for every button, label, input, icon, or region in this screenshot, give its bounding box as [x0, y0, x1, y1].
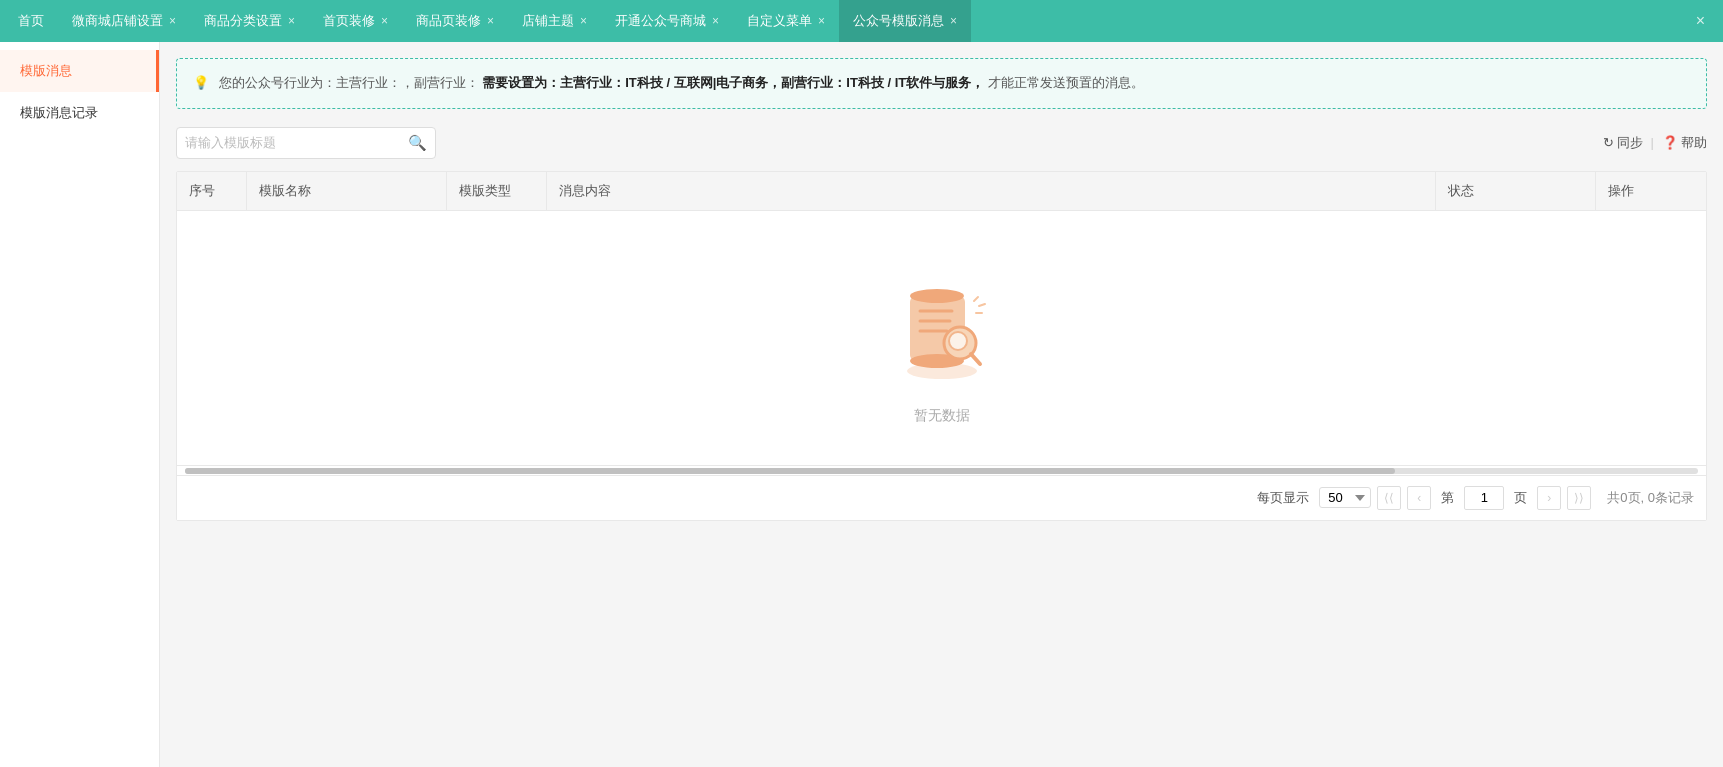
- tab-theme-label: 店铺主题: [522, 12, 574, 30]
- th-action: 操作: [1596, 172, 1706, 210]
- tab-template-msg[interactable]: 公众号模版消息 ×: [839, 0, 971, 42]
- notice-suffix: 才能正常发送预置的消息。: [988, 75, 1144, 90]
- page-label-after: 页: [1514, 489, 1527, 507]
- search-bar: 🔍 ↻ 同步 | ❓ 帮助: [176, 127, 1707, 159]
- sync-icon: ↻: [1603, 135, 1614, 150]
- tab-homepage-label: 首页装修: [323, 12, 375, 30]
- scrollbar-thumb: [185, 468, 1395, 474]
- tab-product-page-label: 商品页装修: [416, 12, 481, 30]
- notice-highlight: 需要设置为：主营行业：IT科技 / 互联网|电子商务，副营行业：IT科技 / I…: [482, 75, 984, 90]
- sync-label: 同步: [1617, 134, 1643, 152]
- data-table: 序号 模版名称 模版类型 消息内容 状态 操作: [176, 171, 1707, 521]
- svg-line-10: [974, 297, 978, 301]
- per-page-label: 每页显示: [1257, 489, 1309, 507]
- first-page-button[interactable]: ⟨⟨: [1377, 486, 1401, 510]
- help-label: 帮助: [1681, 134, 1707, 152]
- th-content: 消息内容: [547, 172, 1436, 210]
- empty-illustration: [882, 271, 1002, 391]
- tab-theme-close[interactable]: ×: [580, 14, 587, 28]
- table-header: 序号 模版名称 模版类型 消息内容 状态 操作: [177, 172, 1706, 211]
- tab-template-msg-label: 公众号模版消息: [853, 12, 944, 30]
- svg-point-2: [910, 289, 964, 303]
- help-button[interactable]: ❓ 帮助: [1662, 134, 1707, 152]
- pagination: 每页显示 10 20 50 100 ⟨⟨ ‹ 第 页 › ⟩⟩ 共0页, 0条记…: [177, 475, 1706, 520]
- tab-wshop-label: 微商城店铺设置: [72, 12, 163, 30]
- content-area: 💡 您的公众号行业为：主营行业：，副营行业： 需要设置为：主营行业：IT科技 /…: [160, 42, 1723, 767]
- tab-wechat-shop[interactable]: 开通公众号商城 ×: [601, 0, 733, 42]
- close-all-button[interactable]: ×: [1682, 12, 1719, 30]
- sidebar-item-template-msg-log[interactable]: 模版消息记录: [0, 92, 159, 134]
- tab-category[interactable]: 商品分类设置 ×: [190, 0, 309, 42]
- search-input[interactable]: [185, 135, 404, 150]
- tab-wshop-close[interactable]: ×: [169, 14, 176, 28]
- tab-category-close[interactable]: ×: [288, 14, 295, 28]
- last-page-button[interactable]: ⟩⟩: [1567, 486, 1591, 510]
- svg-line-9: [971, 354, 980, 364]
- th-seq: 序号: [177, 172, 247, 210]
- toolbar-divider: |: [1651, 135, 1654, 150]
- tab-home[interactable]: 首页: [4, 0, 58, 42]
- total-info: 共0页, 0条记录: [1607, 489, 1694, 507]
- empty-state: 暂无数据: [177, 211, 1706, 465]
- tab-wechat-shop-label: 开通公众号商城: [615, 12, 706, 30]
- page-input[interactable]: [1464, 486, 1504, 510]
- sidebar-item-template-msg[interactable]: 模版消息: [0, 50, 159, 92]
- tab-custom-menu[interactable]: 自定义菜单 ×: [733, 0, 839, 42]
- tab-theme[interactable]: 店铺主题 ×: [508, 0, 601, 42]
- th-status: 状态: [1436, 172, 1596, 210]
- tab-category-label: 商品分类设置: [204, 12, 282, 30]
- scrollbar-row[interactable]: [177, 465, 1706, 475]
- notice-box: 💡 您的公众号行业为：主营行业：，副营行业： 需要设置为：主营行业：IT科技 /…: [176, 58, 1707, 109]
- tab-home-label: 首页: [18, 12, 44, 30]
- main-layout: 模版消息 模版消息记录 💡 您的公众号行业为：主营行业：，副营行业： 需要设置为…: [0, 42, 1723, 767]
- svg-line-11: [979, 304, 985, 306]
- tab-wechat-shop-close[interactable]: ×: [712, 14, 719, 28]
- scrollbar-track: [185, 468, 1698, 474]
- search-icon[interactable]: 🔍: [408, 134, 427, 152]
- tab-product-page[interactable]: 商品页装修 ×: [402, 0, 508, 42]
- tip-icon: 💡: [193, 75, 209, 90]
- prev-page-button[interactable]: ‹: [1407, 486, 1431, 510]
- next-page-button[interactable]: ›: [1537, 486, 1561, 510]
- th-type: 模版类型: [447, 172, 547, 210]
- help-icon: ❓: [1662, 135, 1678, 150]
- empty-text: 暂无数据: [914, 407, 970, 425]
- page-label-before: 第: [1441, 489, 1454, 507]
- tab-custom-menu-close[interactable]: ×: [818, 14, 825, 28]
- tab-homepage-close[interactable]: ×: [381, 14, 388, 28]
- sidebar-item-template-msg-label: 模版消息: [20, 63, 72, 78]
- th-name: 模版名称: [247, 172, 447, 210]
- search-input-wrap[interactable]: 🔍: [176, 127, 436, 159]
- tab-custom-menu-label: 自定义菜单: [747, 12, 812, 30]
- sidebar-item-template-msg-log-label: 模版消息记录: [20, 105, 98, 120]
- svg-point-8: [949, 332, 967, 350]
- tab-product-page-close[interactable]: ×: [487, 14, 494, 28]
- notice-prefix: 您的公众号行业为：主营行业：，副营行业：: [219, 75, 479, 90]
- toolbar-right: ↻ 同步 | ❓ 帮助: [1603, 134, 1707, 152]
- tab-homepage[interactable]: 首页装修 ×: [309, 0, 402, 42]
- top-nav: 首页 微商城店铺设置 × 商品分类设置 × 首页装修 × 商品页装修 × 店铺主…: [0, 0, 1723, 42]
- per-page-select[interactable]: 10 20 50 100: [1319, 487, 1371, 508]
- sidebar: 模版消息 模版消息记录: [0, 42, 160, 767]
- tab-wshop[interactable]: 微商城店铺设置 ×: [58, 0, 190, 42]
- sync-button[interactable]: ↻ 同步: [1603, 134, 1643, 152]
- tab-template-msg-close[interactable]: ×: [950, 14, 957, 28]
